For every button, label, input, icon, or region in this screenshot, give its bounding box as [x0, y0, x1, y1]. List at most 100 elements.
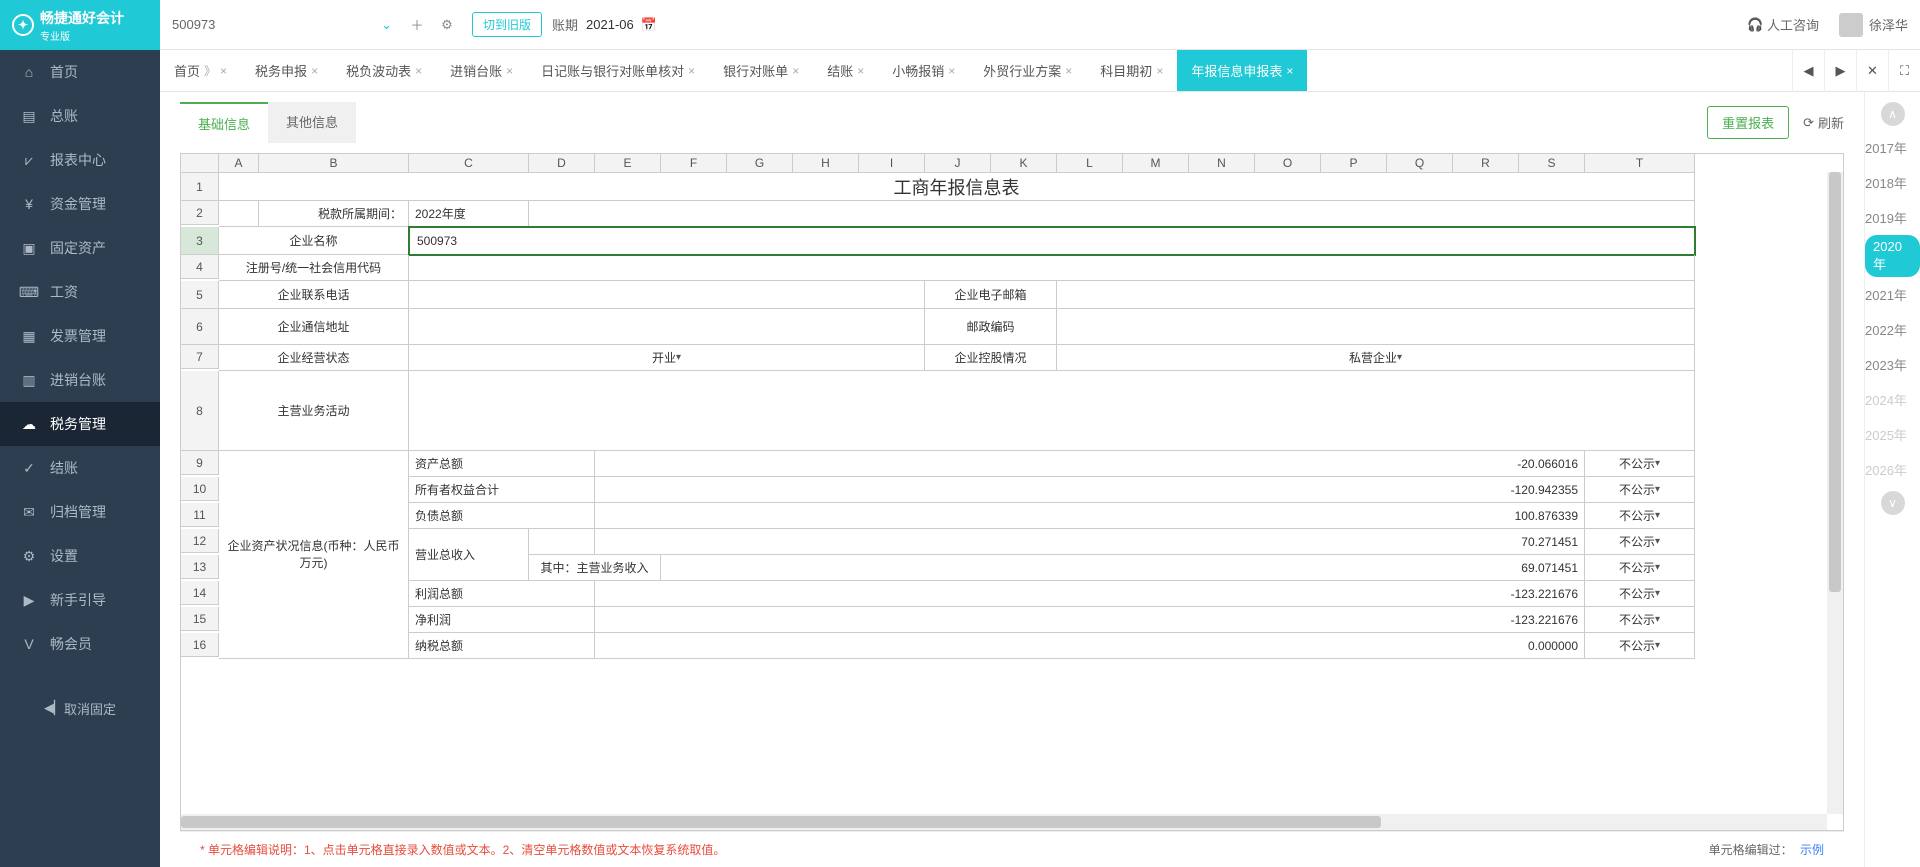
tab-5[interactable]: 银行对账单× — [709, 50, 813, 91]
col-header-H[interactable]: H — [793, 154, 859, 173]
input-main-biz[interactable] — [409, 371, 1695, 451]
tab-close-icon[interactable]: × — [415, 64, 422, 78]
user-menu[interactable]: 徐泽华 — [1839, 13, 1908, 37]
pub-11[interactable]: 不公示 — [1585, 503, 1695, 529]
nav-item-5[interactable]: ⌨工资 — [0, 270, 160, 314]
nav-item-2[interactable]: ⩗报表中心 — [0, 138, 160, 182]
row-header-10[interactable]: 10 — [181, 477, 219, 501]
nav-item-9[interactable]: ✓结账 — [0, 446, 160, 490]
col-header-M[interactable]: M — [1123, 154, 1189, 173]
row-header-1[interactable]: 1 — [181, 173, 219, 201]
pub-13[interactable]: 不公示 — [1585, 555, 1695, 581]
pub-10[interactable]: 不公示 — [1585, 477, 1695, 503]
col-header-G[interactable]: G — [727, 154, 793, 173]
pub-16[interactable]: 不公示 — [1585, 633, 1695, 659]
row-header-14[interactable]: 14 — [181, 581, 219, 605]
tab-close-icon[interactable]: × — [220, 64, 227, 78]
pub-15[interactable]: 不公示 — [1585, 607, 1695, 633]
nav-item-0[interactable]: ⌂首页 — [0, 50, 160, 94]
tab-scroll-left[interactable]: ◀ — [1792, 50, 1824, 92]
row-header-9[interactable]: 9 — [181, 451, 219, 475]
subtab-basic[interactable]: 基础信息 — [180, 102, 268, 143]
year-2019年[interactable]: 2019年 — [1865, 200, 1920, 235]
tab-close-icon[interactable]: × — [688, 64, 695, 78]
tab-2[interactable]: 税负波动表× — [332, 50, 436, 91]
row-header-7[interactable]: 7 — [181, 345, 219, 369]
year-2021年[interactable]: 2021年 — [1865, 277, 1920, 312]
year-2020年[interactable]: 2020年 — [1865, 235, 1920, 277]
tab-4[interactable]: 日记账与银行对账单核对× — [527, 50, 709, 91]
period-value-cell[interactable]: 2022年度 — [409, 201, 529, 227]
vertical-scrollbar[interactable] — [1827, 172, 1843, 814]
nav-item-11[interactable]: ⚙设置 — [0, 534, 160, 578]
value-11[interactable]: 100.876339 — [595, 503, 1585, 529]
row-header-11[interactable]: 11 — [181, 503, 219, 527]
row-header-12[interactable]: 12 — [181, 529, 219, 553]
year-2018年[interactable]: 2018年 — [1865, 165, 1920, 200]
tab-9[interactable]: 科目期初× — [1086, 50, 1177, 91]
col-header-D[interactable]: D — [529, 154, 595, 173]
col-header-B[interactable]: B — [259, 154, 409, 173]
col-header-P[interactable]: P — [1321, 154, 1387, 173]
value-10[interactable]: -120.942355 — [595, 477, 1585, 503]
consult-button[interactable]: 🎧 人工咨询 — [1747, 15, 1819, 34]
tab-7[interactable]: 小畅报销× — [878, 50, 969, 91]
row-header-8[interactable]: 8 — [181, 371, 219, 451]
tab-close-icon[interactable]: × — [1065, 64, 1072, 78]
pub-12[interactable]: 不公示 — [1585, 529, 1695, 555]
refresh-button[interactable]: ⟳ 刷新 — [1803, 113, 1844, 132]
row-header-15[interactable]: 15 — [181, 607, 219, 631]
subtab-other[interactable]: 其他信息 — [268, 102, 356, 143]
value-9[interactable]: -20.066016 — [595, 451, 1585, 477]
year-2022年[interactable]: 2022年 — [1865, 312, 1920, 347]
col-header-A[interactable]: A — [219, 154, 259, 173]
col-header-L[interactable]: L — [1057, 154, 1123, 173]
row-header-6[interactable]: 6 — [181, 309, 219, 345]
value-14[interactable]: -123.221676 — [595, 581, 1585, 607]
nav-item-6[interactable]: ▦发票管理 — [0, 314, 160, 358]
gear-icon[interactable]: ⚙ — [432, 10, 462, 40]
tab-0[interactable]: 首页》× — [160, 50, 241, 91]
tab-close-icon[interactable]: × — [792, 64, 799, 78]
tab-1[interactable]: 税务申报× — [241, 50, 332, 91]
nav-item-13[interactable]: V畅会员 — [0, 622, 160, 666]
col-header-R[interactable]: R — [1453, 154, 1519, 173]
row-header-5[interactable]: 5 — [181, 281, 219, 309]
col-header-Q[interactable]: Q — [1387, 154, 1453, 173]
input-email[interactable] — [1057, 281, 1695, 309]
value-15[interactable]: -123.221676 — [595, 607, 1585, 633]
switch-old-version-button[interactable]: 切到旧版 — [472, 12, 542, 37]
tab-close-icon[interactable]: × — [948, 64, 955, 78]
footer-example-link[interactable]: 示例 — [1800, 843, 1824, 857]
cell-a2[interactable] — [219, 201, 259, 227]
row-header-2[interactable]: 2 — [181, 201, 219, 225]
row-header-13[interactable]: 13 — [181, 555, 219, 579]
value-13[interactable]: 69.071451 — [661, 555, 1585, 581]
tab-6[interactable]: 结账× — [813, 50, 878, 91]
tab-close-all[interactable]: ✕ — [1856, 50, 1888, 92]
nav-item-7[interactable]: ▥进销台账 — [0, 358, 160, 402]
nav-item-1[interactable]: ▤总账 — [0, 94, 160, 138]
add-icon[interactable]: ＋ — [402, 10, 432, 40]
tab-close-icon[interactable]: × — [311, 64, 318, 78]
row-header-4[interactable]: 4 — [181, 255, 219, 279]
cell-d-12[interactable] — [529, 529, 595, 555]
col-header-E[interactable]: E — [595, 154, 661, 173]
year-scroll-down[interactable]: ∨ — [1881, 491, 1905, 515]
col-header-J[interactable]: J — [925, 154, 991, 173]
pub-14[interactable]: 不公示 — [1585, 581, 1695, 607]
value-16[interactable]: 0.000000 — [595, 633, 1585, 659]
tab-10[interactable]: 年报信息申报表× — [1177, 50, 1307, 91]
tab-close-icon[interactable]: × — [1156, 64, 1163, 78]
nav-item-10[interactable]: ✉归档管理 — [0, 490, 160, 534]
col-header-N[interactable]: N — [1189, 154, 1255, 173]
nav-item-8[interactable]: ☁税务管理 — [0, 402, 160, 446]
tab-scroll-right[interactable]: ▶ — [1824, 50, 1856, 92]
col-header-C[interactable]: C — [409, 154, 529, 173]
year-2017年[interactable]: 2017年 — [1865, 130, 1920, 165]
tab-8[interactable]: 外贸行业方案× — [969, 50, 1086, 91]
col-header-S[interactable]: S — [1519, 154, 1585, 173]
col-header-K[interactable]: K — [991, 154, 1057, 173]
col-header-T[interactable]: T — [1585, 154, 1695, 173]
calendar-icon[interactable]: 📅 — [634, 10, 664, 40]
